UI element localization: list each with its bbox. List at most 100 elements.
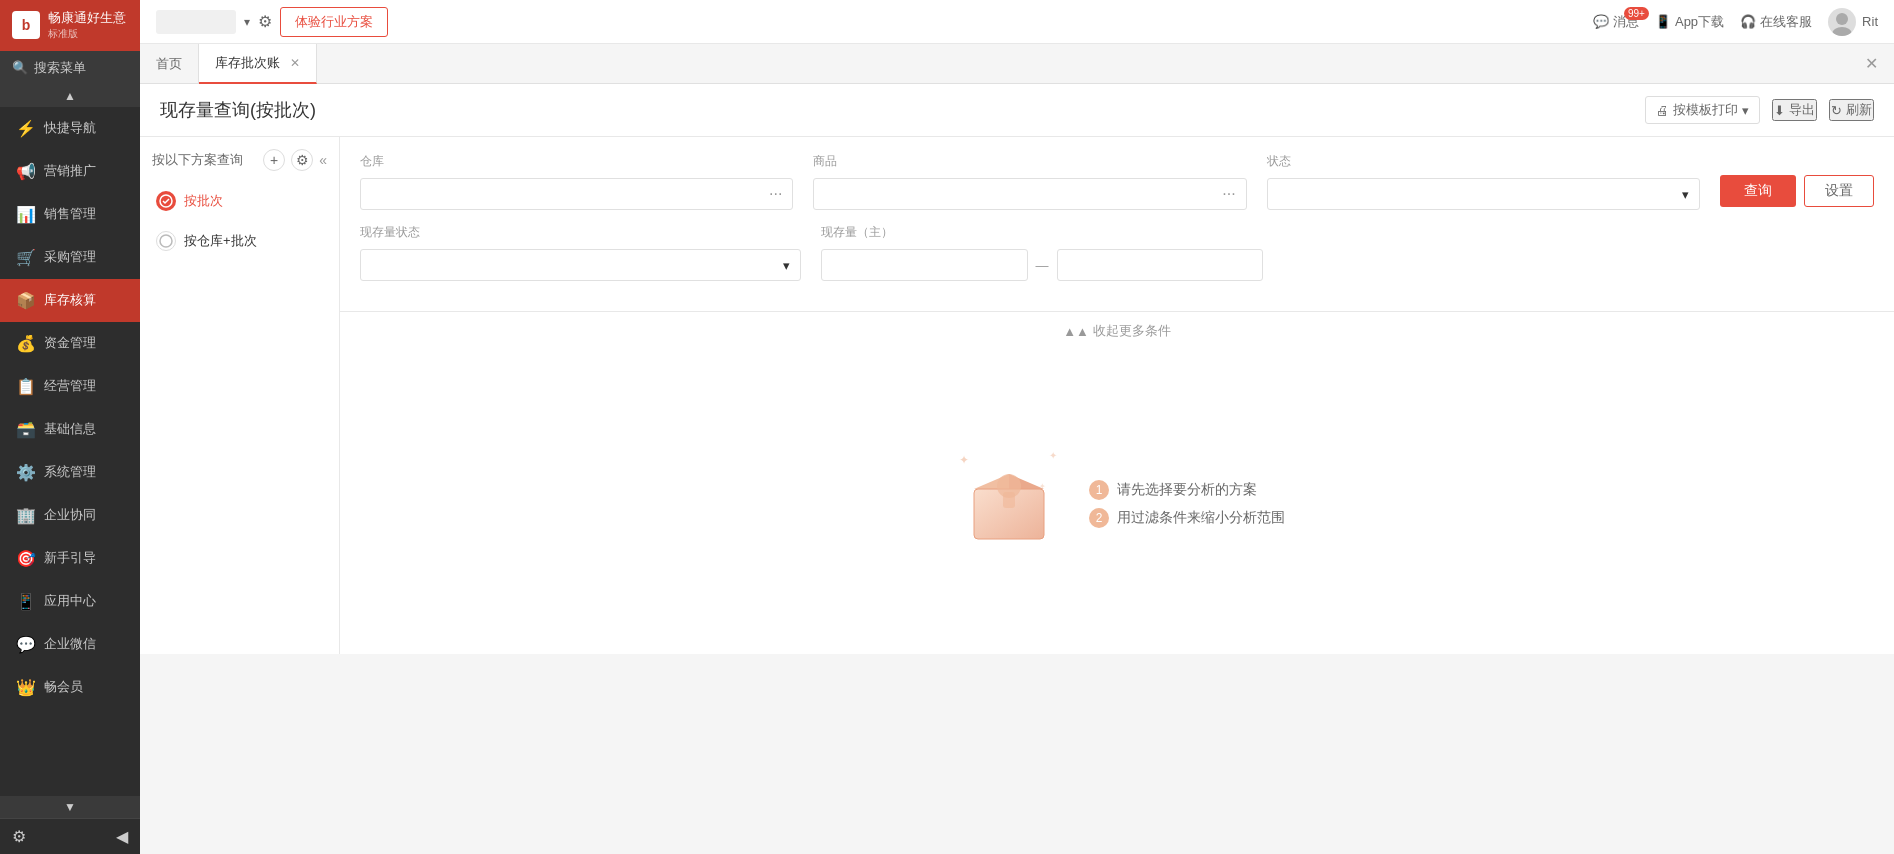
scheme-item-by-warehouse-batch[interactable]: 按仓库+批次 xyxy=(140,221,339,261)
scheme-batch-label: 按批次 xyxy=(184,192,223,210)
wechat-icon: 💬 xyxy=(16,635,36,654)
scheme-item-by-batch[interactable]: 按批次 xyxy=(140,181,339,221)
filter-stock-status-group: 现存量状态 ▾ xyxy=(360,224,801,281)
breadcrumb xyxy=(156,10,236,34)
mobile-icon: 📱 xyxy=(1655,14,1671,29)
filter-status-group: 状态 ▾ xyxy=(1267,153,1700,210)
sidebar-item-newbie[interactable]: 🎯 新手引导 xyxy=(0,537,140,580)
sidebar-item-purchase[interactable]: 🛒 采购管理 xyxy=(0,236,140,279)
basic-icon: 🗃️ xyxy=(16,420,36,439)
sidebar-item-marketing[interactable]: 📢 营销推广 xyxy=(0,150,140,193)
empty-state: ✦ ✦ ✦ 1 请先选择要分析的方案 xyxy=(340,354,1894,654)
tab-inventory-batch[interactable]: 库存批次账 ✕ xyxy=(199,44,317,84)
empty-content: ✦ ✦ ✦ 1 请先选择要分析的方案 xyxy=(949,434,1285,574)
print-btn[interactable]: 🖨 按模板打印 ▾ xyxy=(1645,96,1760,124)
home-tab-label: 首页 xyxy=(156,55,182,73)
query-btn[interactable]: 查询 xyxy=(1720,175,1796,207)
message-icon: 💬 xyxy=(1593,14,1609,29)
empty-illustration: ✦ ✦ ✦ xyxy=(949,434,1069,554)
settings-btn[interactable]: 设置 xyxy=(1804,175,1874,207)
app-download-btn[interactable]: 📱 App下载 xyxy=(1655,13,1724,31)
tip-text-1: 请先选择要分析的方案 xyxy=(1117,481,1257,499)
refresh-btn[interactable]: ↻ 刷新 xyxy=(1829,99,1874,121)
breadcrumb-dropdown-icon[interactable]: ▾ xyxy=(244,15,250,29)
enterprise-icon: 🏢 xyxy=(16,506,36,525)
warehouse-dots-icon[interactable]: ··· xyxy=(769,185,782,203)
purchase-label: 采购管理 xyxy=(44,248,96,266)
stock-status-select[interactable]: ▾ xyxy=(360,249,801,281)
stock-status-label: 现存量状态 xyxy=(360,224,801,241)
status-select[interactable]: ▾ xyxy=(1267,178,1700,210)
empty-tips: 1 请先选择要分析的方案 2 用过滤条件来缩小分析范围 xyxy=(1089,480,1285,528)
sidebar-item-sales[interactable]: 📊 销售管理 xyxy=(0,193,140,236)
scheme-settings-btn[interactable]: ⚙ xyxy=(291,149,313,171)
product-input[interactable]: ··· xyxy=(813,178,1246,210)
user-menu[interactable]: Rit xyxy=(1828,8,1878,36)
sidebar-item-wechat[interactable]: 💬 企业微信 xyxy=(0,623,140,666)
messages-btn[interactable]: 💬 消息 99+ xyxy=(1593,13,1639,31)
tab-close-icon[interactable]: ✕ xyxy=(290,56,300,70)
sidebar-item-system[interactable]: ⚙️ 系统管理 xyxy=(0,451,140,494)
tip-number-2: 2 xyxy=(1089,508,1109,528)
quick-nav-label: 快捷导航 xyxy=(44,119,96,137)
footer-collapse-icon[interactable]: ◀ xyxy=(116,827,128,846)
warehouse-input[interactable]: ··· xyxy=(360,178,793,210)
sidebar-item-finance[interactable]: 💰 资金管理 xyxy=(0,322,140,365)
tab-home[interactable]: 首页 xyxy=(140,44,199,84)
add-scheme-icon: + xyxy=(270,152,278,168)
search-menu[interactable]: 🔍 搜索菜单 xyxy=(0,51,140,85)
sidebar-item-enterprise[interactable]: 🏢 企业协同 xyxy=(0,494,140,537)
filter-collapse-btn[interactable]: ▲▲ 收起更多条件 xyxy=(340,311,1894,350)
filter-panel: 仓库 ··· 商品 ··· xyxy=(340,137,1894,311)
sidebar-scroll-up[interactable]: ▲ xyxy=(0,85,140,107)
filter-stock-qty-group: 现存量（主） — xyxy=(821,224,1262,281)
tip-number-1: 1 xyxy=(1089,480,1109,500)
page-header: 现存量查询(按批次) 🖨 按模板打印 ▾ ⬇ 导出 ↻ 刷新 xyxy=(140,84,1894,137)
experience-industry-btn[interactable]: 体验行业方案 xyxy=(280,7,388,37)
footer-settings-icon[interactable]: ⚙ xyxy=(12,827,26,846)
sidebar-item-app-center[interactable]: 📱 应用中心 xyxy=(0,580,140,623)
export-btn[interactable]: ⬇ 导出 xyxy=(1772,99,1817,121)
scheme-header-title: 按以下方案查询 xyxy=(152,151,243,169)
warehouse-label: 仓库 xyxy=(360,153,793,170)
sidebar-nav: ⚡ 快捷导航 📢 营销推广 📊 销售管理 🛒 采购管理 📦 库存核算 💰 资金管… xyxy=(0,107,140,796)
range-separator: — xyxy=(1036,258,1049,273)
topbar-settings-icon[interactable]: ⚙ xyxy=(258,12,272,31)
sidebar-item-vip[interactable]: 👑 畅会员 xyxy=(0,666,140,709)
export-icon: ⬇ xyxy=(1774,103,1785,118)
batch-scheme-icon xyxy=(156,191,176,211)
online-service-btn[interactable]: 🎧 在线客服 xyxy=(1740,13,1812,31)
product-dots-icon[interactable]: ··· xyxy=(1222,185,1235,203)
stock-qty-max-input[interactable] xyxy=(1057,249,1263,281)
scheme-collapse-btn[interactable]: « xyxy=(319,152,327,168)
scheme-warehouse-batch-label: 按仓库+批次 xyxy=(184,232,257,250)
filter-actions: 查询 设置 xyxy=(1720,175,1874,207)
tab-panel-close-icon[interactable]: ✕ xyxy=(1849,54,1894,73)
filter-product-group: 商品 ··· xyxy=(813,153,1246,210)
sidebar-item-quick-nav[interactable]: ⚡ 快捷导航 xyxy=(0,107,140,150)
marketing-label: 营销推广 xyxy=(44,162,96,180)
sales-icon: 📊 xyxy=(16,205,36,224)
avatar xyxy=(1828,8,1856,36)
scheme-add-btn[interactable]: + xyxy=(263,149,285,171)
svg-point-3 xyxy=(160,235,172,247)
topbar: ▾ ⚙ 体验行业方案 💬 消息 99+ 📱 App下载 🎧 在线客服 xyxy=(140,0,1894,44)
sidebar-scroll-down[interactable]: ▼ xyxy=(0,796,140,818)
sidebar-item-inventory[interactable]: 📦 库存核算 xyxy=(0,279,140,322)
app-title: 畅康通好生意 xyxy=(48,10,126,27)
svg-point-0 xyxy=(1836,13,1848,25)
inventory-label: 库存核算 xyxy=(44,291,96,309)
filter-warehouse-group: 仓库 ··· xyxy=(360,153,793,210)
newbie-label: 新手引导 xyxy=(44,549,96,567)
inventory-batch-tab-label: 库存批次账 xyxy=(215,54,280,72)
stock-qty-min-input[interactable] xyxy=(821,249,1027,281)
app-center-icon: 📱 xyxy=(16,592,36,611)
svg-text:✦: ✦ xyxy=(959,453,969,467)
sidebar-item-operation[interactable]: 📋 经营管理 xyxy=(0,365,140,408)
stock-qty-range: — xyxy=(821,249,1262,281)
sidebar-item-basic[interactable]: 🗃️ 基础信息 xyxy=(0,408,140,451)
empty-tip-2: 2 用过滤条件来缩小分析范围 xyxy=(1089,508,1285,528)
scheme-header: 按以下方案查询 + ⚙ « xyxy=(140,149,339,181)
quick-nav-icon: ⚡ xyxy=(16,119,36,138)
collapse-label: 收起更多条件 xyxy=(1093,322,1171,340)
